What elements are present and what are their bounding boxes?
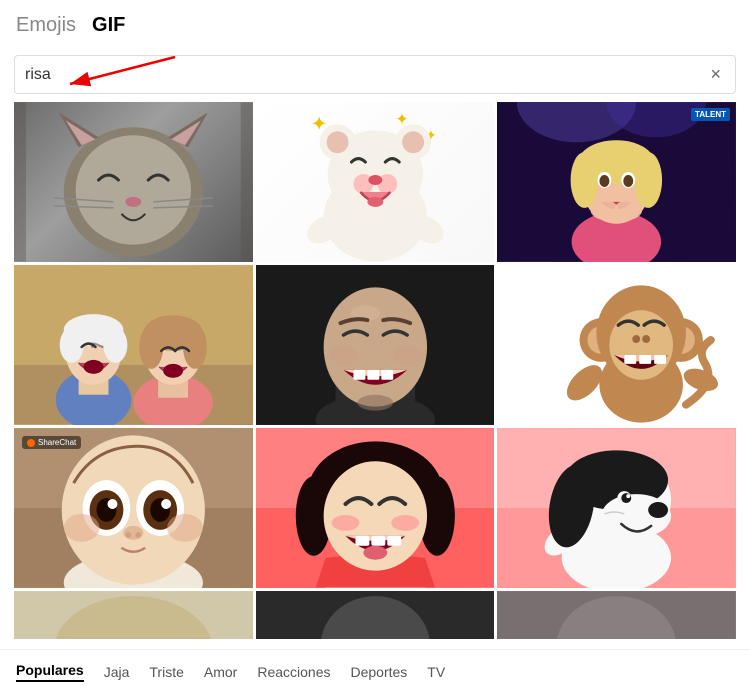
gif-item[interactable] [497,265,736,425]
gif-item-partial[interactable] [14,591,253,639]
talent-badge: TALENT [691,108,730,121]
snoopy-gif [497,428,736,588]
gif-item-partial[interactable] [256,591,495,639]
category-bar: Populares Jaja Triste Amor Reacciones De… [0,649,750,694]
gif-item-partial[interactable] [497,591,736,639]
gif-item[interactable] [14,102,253,262]
category-tv[interactable]: TV [427,664,445,680]
bryan-gif [256,265,495,425]
category-reacciones[interactable]: Reacciones [257,664,330,680]
anime-gif [256,428,495,588]
gif-item[interactable] [14,265,253,425]
partial-gif-2 [256,591,495,639]
search-input[interactable] [25,66,706,84]
gif-item[interactable] [256,428,495,588]
gif-grid: ✦ ✦ ✦ [14,102,736,588]
tab-gif[interactable]: GIF [92,12,125,39]
search-bar: × [14,55,736,94]
partial-gif-3 [497,591,736,639]
tab-emojis[interactable]: Emojis [16,12,76,39]
category-amor[interactable]: Amor [204,664,237,680]
category-populares[interactable]: Populares [16,662,84,682]
category-deportes[interactable]: Deportes [350,664,407,680]
sharechat-badge: ShareChat [22,436,81,449]
clear-search-button[interactable]: × [706,62,725,87]
gif-item[interactable] [497,428,736,588]
category-triste[interactable]: Triste [149,664,183,680]
baby-gif [14,428,253,588]
bear-gif: ✦ ✦ ✦ [256,102,495,262]
gif-item[interactable]: TALENT [497,102,736,262]
cat-gif [14,102,253,262]
monkey-gif [497,265,736,425]
gif-item[interactable] [256,265,495,425]
partial-row [14,591,736,639]
gif-item[interactable]: ShareChat [14,428,253,588]
header: Emojis GIF [0,0,750,47]
category-jaja[interactable]: Jaja [104,664,130,680]
gif-item[interactable]: ✦ ✦ ✦ [256,102,495,262]
partial-gif-1 [14,591,253,639]
golden-girls-gif [14,265,253,425]
woman-gif [497,102,736,262]
